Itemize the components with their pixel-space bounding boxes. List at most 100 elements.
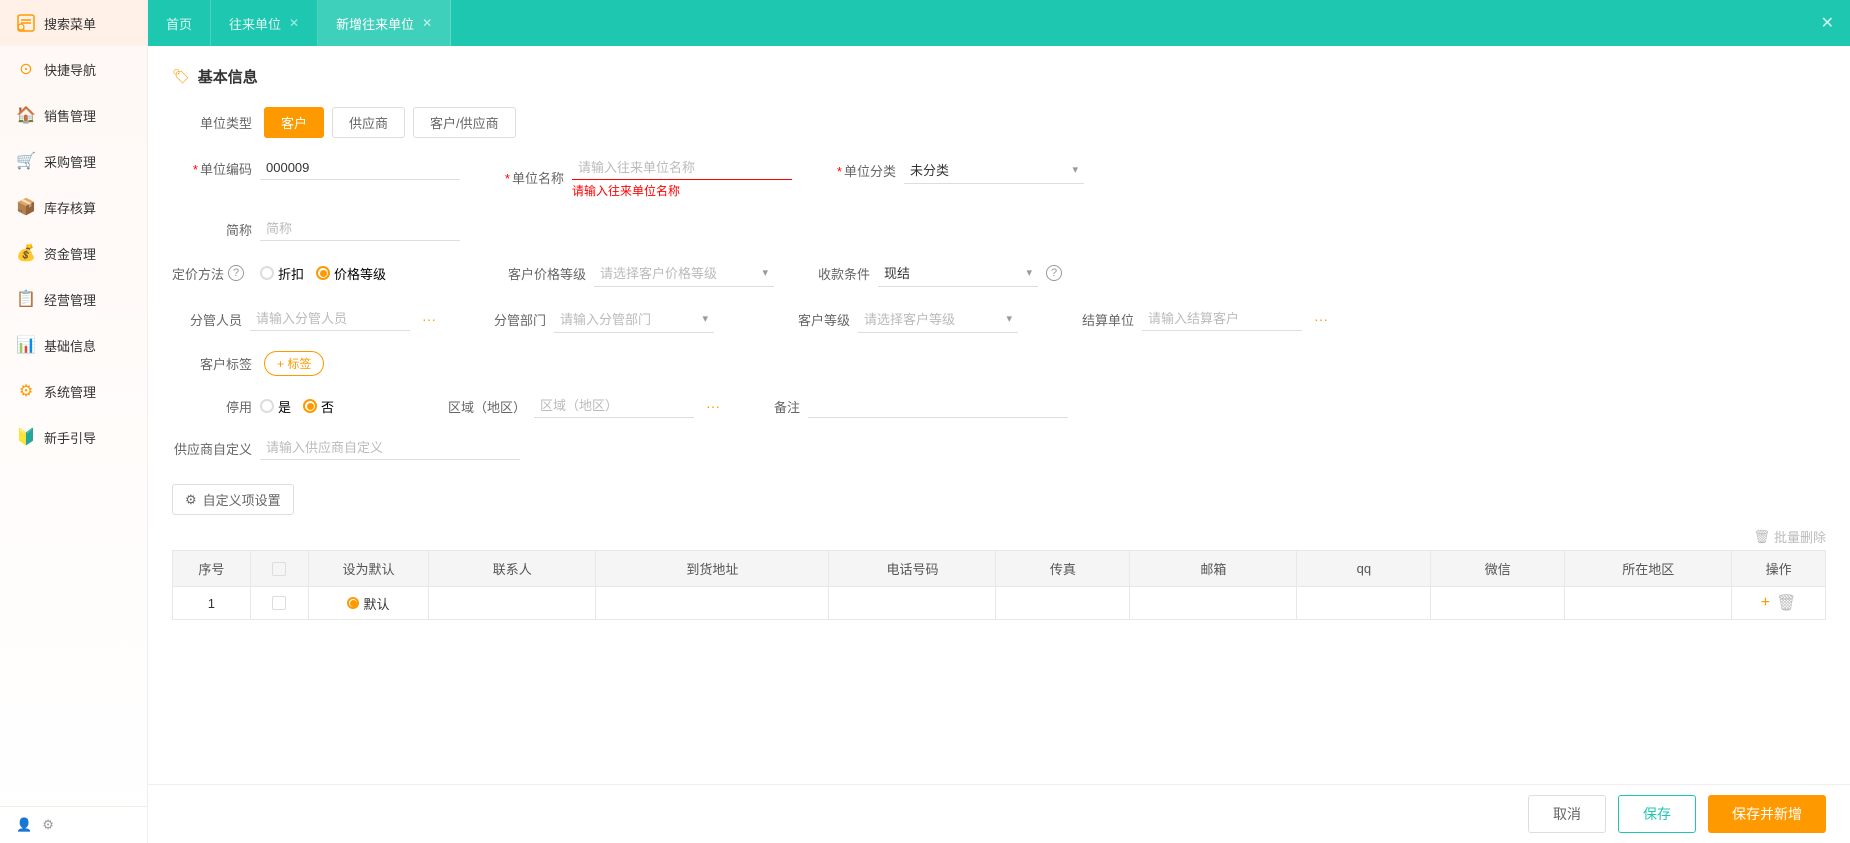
region-more-btn[interactable]: ··· [702, 398, 724, 414]
manager-more-btn[interactable]: ··· [418, 311, 440, 327]
disabled-yes[interactable]: 是 [260, 397, 291, 416]
sidebar-item-new-guide-label: 新手引导 [44, 428, 96, 447]
pricing-radio-discount[interactable]: 折扣 [260, 264, 304, 283]
cell-email[interactable] [1130, 587, 1297, 620]
th-address: 到货地址 [596, 551, 829, 587]
unit-type-customer-btn[interactable]: 客户 [264, 107, 324, 138]
disabled-no-radio [303, 399, 317, 413]
unit-code-required: * [193, 162, 198, 177]
row-checkbox[interactable] [272, 596, 286, 610]
sidebar-item-purchase-label: 采购管理 [44, 152, 96, 171]
cell-area[interactable] [1565, 587, 1732, 620]
purchase-icon: 🛒 [16, 151, 36, 171]
sidebar-item-quick-nav[interactable]: ⊙ 快捷导航 [0, 46, 147, 92]
customer-level-label: 客户等级 [780, 310, 850, 329]
customer-level-group: 客户等级 请选择客户等级 ▾ [780, 305, 1040, 333]
save-new-button[interactable]: 保存并新增 [1708, 795, 1826, 833]
settlement-more-btn[interactable]: ··· [1310, 311, 1332, 327]
cell-contact[interactable] [429, 587, 596, 620]
wechat-input[interactable] [1468, 596, 1528, 611]
settlement-input[interactable] [1142, 307, 1302, 331]
customer-price-level-select[interactable]: 请选择客户价格等级 ▾ [594, 259, 774, 287]
sidebar: 搜索菜单 ⊙ 快捷导航 🏠 销售管理 🛒 采购管理 📦 库存核算 💰 资金管理 … [0, 0, 148, 843]
unit-type-group: 单位类型 客户 供应商 客户/供应商 [172, 107, 1826, 138]
unit-code-input[interactable] [260, 156, 460, 180]
supplier-custom-label: 供应商自定义 [172, 439, 252, 458]
unit-category-label: *单位分类 [816, 161, 896, 180]
add-tag-btn[interactable]: + 标签 [264, 351, 324, 376]
sidebar-item-system[interactable]: ⚙ 系统管理 [0, 368, 147, 414]
chevron-down-icon-2: ▾ [762, 266, 768, 279]
sidebar-item-base-info[interactable]: 📊 基础信息 [0, 322, 147, 368]
unit-name-input[interactable] [572, 156, 792, 180]
cell-fax[interactable] [996, 587, 1130, 620]
select-all-checkbox[interactable] [272, 562, 286, 576]
remarks-input[interactable] [808, 394, 1068, 418]
tab-new-partner[interactable]: 新增往来单位 ✕ [318, 0, 451, 46]
cancel-button[interactable]: 取消 [1528, 795, 1606, 833]
disabled-group: 停用 是 否 [172, 397, 422, 416]
sidebar-item-sales-label: 销售管理 [44, 106, 96, 125]
contact-input[interactable] [472, 596, 552, 611]
tags-row: 客户标签 + 标签 [172, 351, 1826, 376]
customer-level-select[interactable]: 请选择客户等级 ▾ [858, 305, 1018, 333]
sidebar-item-purchase[interactable]: 🛒 采购管理 [0, 138, 147, 184]
save-button[interactable]: 保存 [1618, 795, 1696, 833]
sidebar-item-search-menu[interactable]: 搜索菜单 [0, 0, 147, 46]
unit-category-select[interactable]: 未分类 ▾ [904, 156, 1084, 184]
disabled-no[interactable]: 否 [303, 397, 334, 416]
tab-partners-close[interactable]: ✕ [289, 16, 299, 30]
th-qq: qq [1297, 551, 1431, 587]
address-input[interactable] [652, 596, 772, 611]
sidebar-item-search-menu-label: 搜索菜单 [44, 14, 96, 33]
payment-terms-select[interactable]: 现结 ▾ [878, 259, 1038, 287]
customer-tag-label: 客户标签 [172, 354, 252, 373]
pricing-help-icon[interactable]: ? [228, 265, 244, 281]
sidebar-item-new-guide[interactable]: 🔰 新手引导 [0, 414, 147, 460]
delete-row-btn[interactable]: 🗑 [1776, 593, 1796, 613]
tags-group: 客户标签 + 标签 [172, 351, 1826, 376]
batch-delete-label[interactable]: 批量删除 [1774, 527, 1826, 546]
tab-partners[interactable]: 往来单位 ✕ [211, 0, 318, 46]
table-body: 1 默认 [173, 587, 1826, 620]
pricing-radio-price-level[interactable]: 价格等级 [316, 264, 386, 283]
region-input[interactable] [534, 394, 694, 418]
fax-input[interactable] [1033, 596, 1093, 611]
sidebar-user-icon: 👤 [16, 817, 32, 833]
qq-input[interactable] [1334, 596, 1394, 611]
payment-terms-group: 收款条件 现结 ▾ ? [800, 259, 1080, 287]
sidebar-settings-icon: ⚙ [42, 817, 54, 833]
region-label: 区域（地区） [446, 397, 526, 416]
custom-settings-btn[interactable]: ⚙ 自定义项设置 [172, 484, 294, 515]
cell-address[interactable] [596, 587, 829, 620]
cell-qq[interactable] [1297, 587, 1431, 620]
add-row-btn[interactable]: + [1761, 594, 1770, 612]
tab-bar-close[interactable]: ✕ [1805, 13, 1850, 33]
th-contact: 联系人 [429, 551, 596, 587]
sidebar-item-inventory[interactable]: 📦 库存核算 [0, 184, 147, 230]
manager-row: 分管人员 ··· 分管部门 请输入分管部门 ▾ 客户等级 请选择客户等级 ▾ 结… [172, 305, 1826, 333]
phone-input[interactable] [872, 596, 952, 611]
sidebar-item-finance[interactable]: 💰 资金管理 [0, 230, 147, 276]
sidebar-item-operations[interactable]: 📋 经营管理 [0, 276, 147, 322]
cell-wechat[interactable] [1431, 587, 1565, 620]
tab-new-partner-close[interactable]: ✕ [422, 16, 432, 30]
department-select[interactable]: 请输入分管部门 ▾ [554, 305, 714, 333]
short-name-input[interactable] [260, 217, 460, 241]
supplier-custom-input[interactable] [260, 436, 520, 460]
disabled-row: 停用 是 否 区域（地区） ··· 备注 [172, 394, 1826, 418]
area-input[interactable] [1608, 596, 1688, 611]
disabled-label: 停用 [172, 397, 252, 416]
email-input[interactable] [1173, 596, 1253, 611]
customer-level-placeholder: 请选择客户等级 [864, 309, 955, 328]
base-info-icon: 📊 [16, 335, 36, 355]
manager-input[interactable] [250, 307, 410, 331]
sidebar-item-sales[interactable]: 🏠 销售管理 [0, 92, 147, 138]
payment-help-icon[interactable]: ? [1046, 265, 1062, 281]
customer-price-level-group: 客户价格等级 请选择客户价格等级 ▾ [496, 259, 776, 287]
tab-home[interactable]: 首页 [148, 0, 211, 46]
cell-phone[interactable] [829, 587, 996, 620]
unit-type-both-btn[interactable]: 客户/供应商 [413, 107, 516, 138]
pricing-method-label: 定价方法 ? [172, 264, 252, 283]
unit-type-supplier-btn[interactable]: 供应商 [332, 107, 405, 138]
